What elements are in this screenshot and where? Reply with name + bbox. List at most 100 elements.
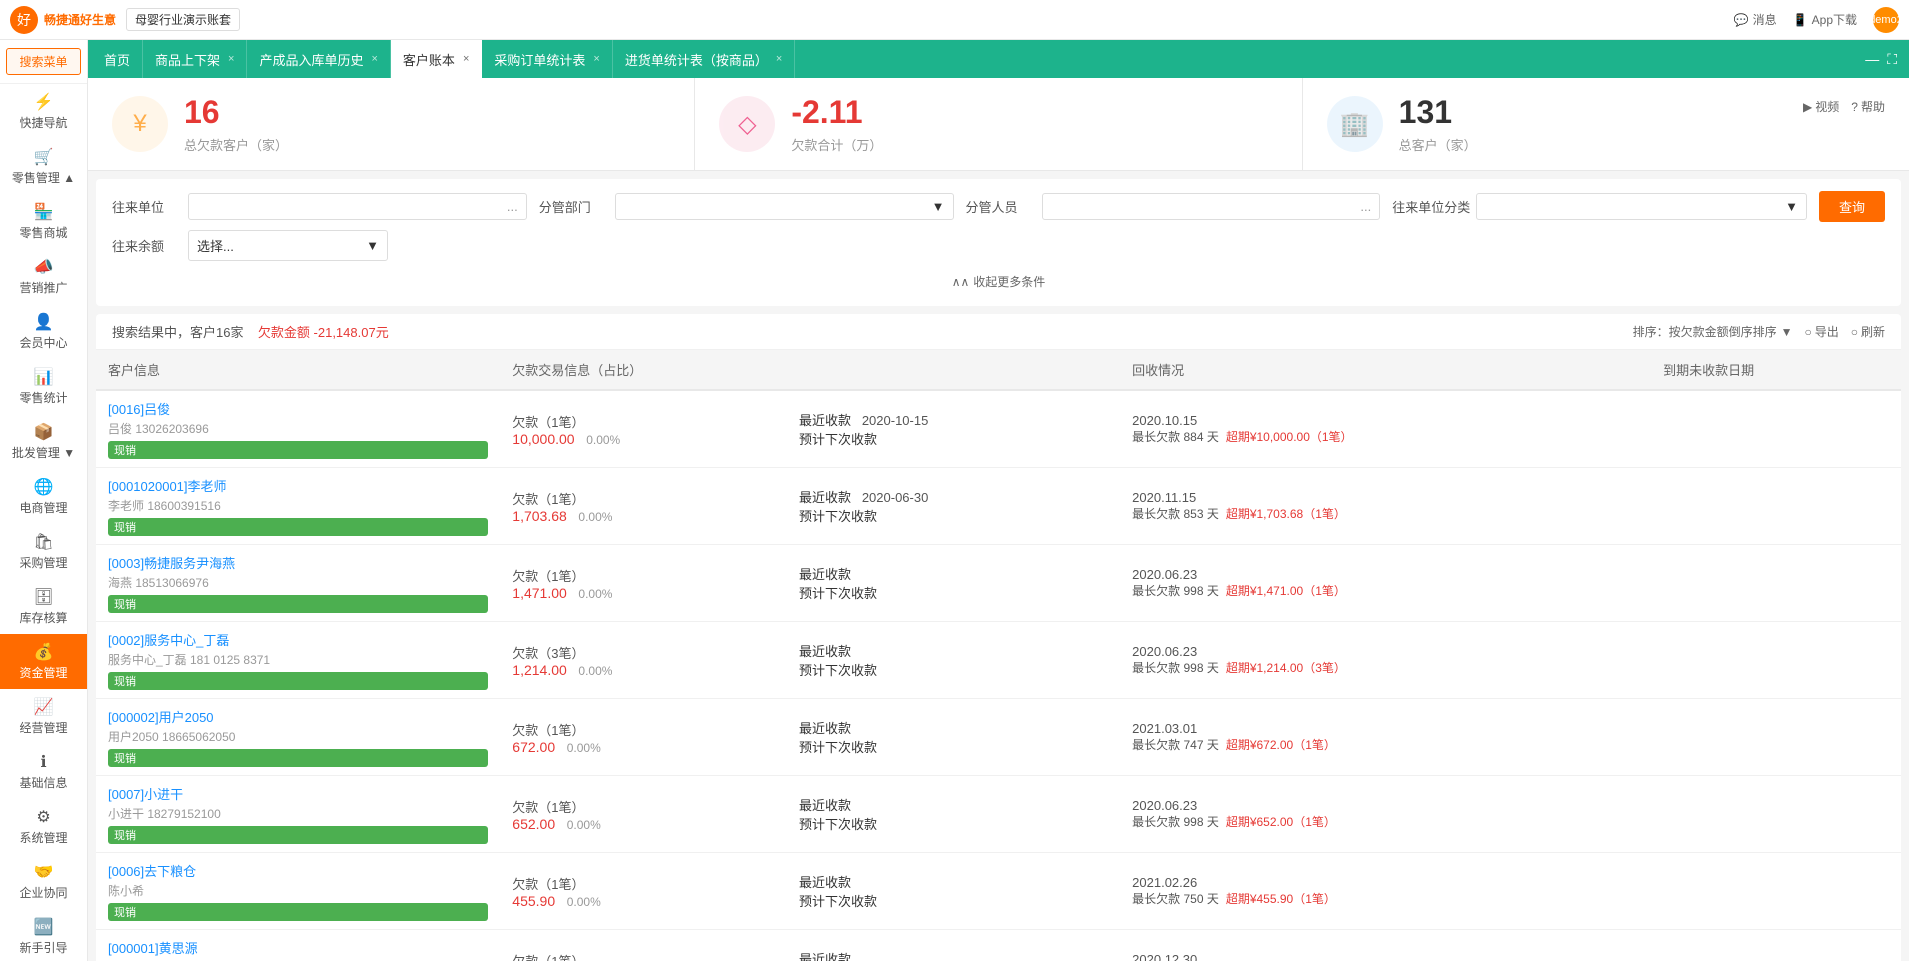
data-table-wrapper: 客户信息 欠款交易信息（占比） 回收情况 到期未收款日期 [0016]吕俊 吕俊… xyxy=(96,350,1901,961)
customer-tag-0: 现销 xyxy=(108,441,488,459)
dept-select[interactable]: ▼ xyxy=(615,193,954,220)
recovery-info-1: 最近收款 2020-06-30 预计下次收款 xyxy=(799,487,1108,525)
tab-minimize-icon[interactable]: — xyxy=(1865,51,1879,67)
next-collection-4: 预计下次收款 xyxy=(799,737,1108,756)
batch-management-icon: 📦 xyxy=(6,422,81,442)
debt-amount-5[interactable]: 652.00 xyxy=(512,816,555,832)
customer-name-link-1[interactable]: [0001020001]李老师 xyxy=(108,476,488,495)
table-row: [0007]小进干 小进干 18279152100 现销 欠款（1笔） 652.… xyxy=(96,776,1901,853)
summary-card-total-customers: 🏢 131 总客户（家） ▶ 视频 ? 帮助 xyxy=(1303,78,1909,170)
search-button[interactable]: 查询 xyxy=(1819,191,1885,222)
debt-total-label: 欠款合计（万） xyxy=(791,135,882,154)
tab-purchase-stat-by-product[interactable]: 进货单统计表（按商品） × xyxy=(613,40,795,78)
debt-count-4: 欠款（1笔） xyxy=(512,720,775,739)
overdue-link-5[interactable]: 超期¥652.00（1笔） xyxy=(1226,815,1336,829)
overdue-link-3[interactable]: 超期¥1,214.00（3笔） xyxy=(1226,661,1346,675)
customer-name-link-2[interactable]: [0003]畅捷服务尹海燕 xyxy=(108,553,488,572)
next-collection-1: 预计下次收款 xyxy=(799,506,1108,525)
table-row: [0006]去下粮仓 陈小希 现销 欠款（1笔） 455.90 0.00% 最近… xyxy=(96,853,1901,930)
debt-amount-0[interactable]: 10,000.00 xyxy=(512,431,574,447)
debt-info-2: 欠款（1笔） 1,471.00 0.00% xyxy=(512,566,775,601)
customer-name-link-5[interactable]: [0007]小进干 xyxy=(108,784,488,803)
customer-name-link-0[interactable]: [0016]吕俊 xyxy=(108,399,488,418)
debt-amount-1[interactable]: 1,703.68 xyxy=(512,508,567,524)
sidebar-item-retail-shop[interactable]: 🏪 零售商城 xyxy=(0,194,87,249)
export-button[interactable]: ○ 导出 xyxy=(1804,323,1838,340)
overdue-link-4[interactable]: 超期¥672.00（1笔） xyxy=(1226,738,1336,752)
search-menu-button[interactable]: 搜索菜单 xyxy=(6,48,81,75)
video-icon: ▶ xyxy=(1803,100,1812,114)
refresh-button[interactable]: ○ 刷新 xyxy=(1851,323,1885,340)
tab-customer-account[interactable]: 客户账本 × xyxy=(391,40,482,78)
tab-product-history[interactable]: 产成品入库单历史 × xyxy=(247,40,390,78)
unit-category-select[interactable]: ▼ xyxy=(1476,193,1807,220)
cell-recovery-0: 最近收款 2020-10-15 预计下次收款 xyxy=(787,390,1120,468)
sidebar-item-basic-info[interactable]: ℹ 基础信息 xyxy=(0,744,87,799)
help-video-button[interactable]: ▶ 视频 xyxy=(1803,98,1839,115)
manager-input[interactable]: ... xyxy=(1042,193,1381,220)
overdue-link-1[interactable]: 超期¥1,703.68（1笔） xyxy=(1226,507,1346,521)
tab-close-purchase-stat-by-product[interactable]: × xyxy=(776,53,782,65)
cell-recovery-3: 最近收款 预计下次收款 xyxy=(787,622,1120,699)
customer-tag-3: 现销 xyxy=(108,672,488,690)
overdue-link-2[interactable]: 超期¥1,471.00（1笔） xyxy=(1226,584,1346,598)
sidebar-item-retail-stats[interactable]: 📊 零售统计 xyxy=(0,359,87,414)
sort-label: 排序：按欠款金额倒序排序 xyxy=(1633,323,1777,340)
debt-amount-2[interactable]: 1,471.00 xyxy=(512,585,567,601)
tab-home[interactable]: 首页 xyxy=(92,40,143,78)
tab-maximize-icon[interactable]: ⛶ xyxy=(1887,51,1897,68)
customer-name-link-4[interactable]: [000002]用户2050 xyxy=(108,707,488,726)
overdue-link-6[interactable]: 超期¥455.90（1笔） xyxy=(1226,892,1336,906)
collapse-filter-button[interactable]: ∧∧ 收起更多条件 xyxy=(112,269,1885,294)
sidebar-item-system[interactable]: ⚙ 系统管理 xyxy=(0,799,87,854)
sidebar-item-marketing[interactable]: 📣 营销推广 xyxy=(0,249,87,304)
tab-products-on-off[interactable]: 商品上下架 × xyxy=(143,40,247,78)
debt-total-info: -2.11 欠款合计（万） xyxy=(791,94,882,154)
sidebar-item-quick-nav[interactable]: ⚡ 快捷导航 xyxy=(0,84,87,139)
sidebar-item-member-center[interactable]: 👤 会员中心 xyxy=(0,304,87,359)
customer-info-2: [0003]畅捷服务尹海燕 海燕 18513066976 现销 xyxy=(108,553,488,613)
tab-purchase-order-stat[interactable]: 采购订单统计表 × xyxy=(482,40,612,78)
message-button[interactable]: 💬 消息 xyxy=(1734,11,1777,28)
unit-category-dropdown-icon: ▼ xyxy=(1785,199,1798,214)
customer-name-link-6[interactable]: [0006]去下粮仓 xyxy=(108,861,488,880)
tab-close-products-on-off[interactable]: × xyxy=(228,53,234,65)
debt-amount-6[interactable]: 455.90 xyxy=(512,893,555,909)
marketing-icon: 📣 xyxy=(6,257,81,277)
sidebar-item-purchase[interactable]: 🛍 采购管理 xyxy=(0,524,87,579)
sidebar-item-batch-management[interactable]: 📦 批发管理 ▼ xyxy=(0,414,87,469)
debt-count-3: 欠款（3笔） xyxy=(512,643,775,662)
source-unit-dots: ... xyxy=(507,199,518,214)
sidebar-item-enterprise-collab[interactable]: 🤝 企业协同 xyxy=(0,854,87,909)
recovery-info-5: 最近收款 预计下次收款 xyxy=(799,795,1108,833)
overdue-link-0[interactable]: 超期¥10,000.00（1笔） xyxy=(1226,430,1353,444)
industry-dropdown[interactable]: 母婴行业演示账套 xyxy=(126,8,240,31)
customer-name-link-7[interactable]: [000001]黄思源 xyxy=(108,938,488,957)
customer-name-link-3[interactable]: [0002]服务中心_丁磊 xyxy=(108,630,488,649)
due-date-1: 2020.11.15 xyxy=(1132,490,1639,505)
debt-amount-3[interactable]: 1,214.00 xyxy=(512,662,567,678)
debt-total-number: -2.11 xyxy=(791,94,882,131)
sidebar-item-ecommerce[interactable]: 🌐 电商管理 xyxy=(0,469,87,524)
sort-select[interactable]: 排序：按欠款金额倒序排序 ▼ xyxy=(1633,323,1793,340)
sidebar-item-guide[interactable]: 🆕 新手引导 xyxy=(0,909,87,961)
tab-close-product-history[interactable]: × xyxy=(371,53,377,65)
tab-close-purchase-order-stat[interactable]: × xyxy=(593,53,599,65)
debt-amount-4[interactable]: 672.00 xyxy=(512,739,555,755)
avatar[interactable]: demo2 xyxy=(1873,7,1899,33)
tab-close-customer-account[interactable]: × xyxy=(463,53,469,65)
recovery-info-3: 最近收款 预计下次收款 xyxy=(799,641,1108,679)
cell-debt-info-3: 欠款（3笔） 1,214.00 0.00% xyxy=(500,622,787,699)
cell-customer-info-1: [0001020001]李老师 李老师 18600391516 现销 xyxy=(96,468,500,545)
sidebar-item-retail-management[interactable]: 🛒 零售管理 ▲ xyxy=(0,139,87,194)
help-button[interactable]: ? 帮助 xyxy=(1851,98,1885,115)
source-unit-input[interactable]: ... xyxy=(188,193,527,220)
due-date-4: 2021.03.01 xyxy=(1132,721,1639,736)
sidebar-item-operations[interactable]: 📈 经营管理 xyxy=(0,689,87,744)
app-download-button[interactable]: 📱 App下载 xyxy=(1793,11,1857,28)
sidebar-item-inventory[interactable]: 🗄 库存核算 xyxy=(0,579,87,634)
sidebar-item-finance[interactable]: 💰 资金管理 xyxy=(0,634,87,689)
total-customers-label: 总客户（家） xyxy=(1399,135,1477,154)
cell-debt-info-2: 欠款（1笔） 1,471.00 0.00% xyxy=(500,545,787,622)
balance-select[interactable]: 选择... ▼ xyxy=(188,230,388,261)
